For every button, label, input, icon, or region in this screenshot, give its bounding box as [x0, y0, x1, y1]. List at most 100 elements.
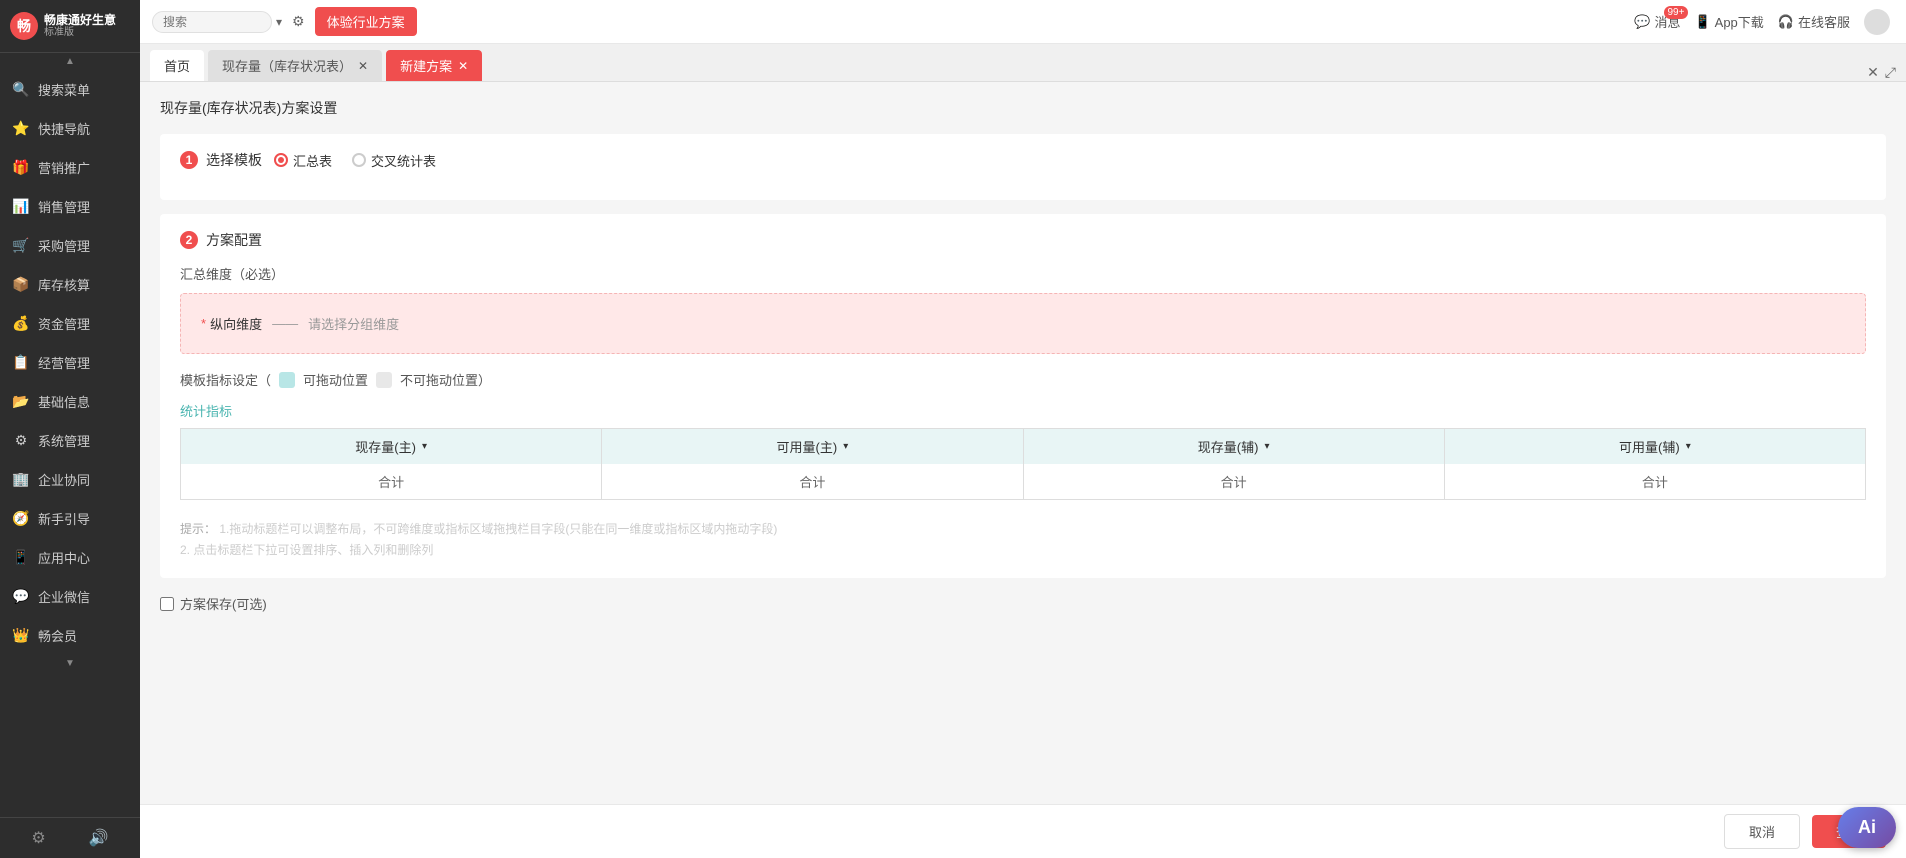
tab-new-scheme[interactable]: 新建方案 ✕ — [386, 50, 482, 81]
sidebar-item-label: 销售管理 — [38, 197, 90, 216]
service-label: 在线客服 — [1798, 12, 1850, 31]
sidebar-item-wechat[interactable]: 💬 企业微信 — [0, 577, 140, 616]
stats-col-3-header[interactable]: 现存量(辅) ▾ — [1024, 429, 1445, 464]
stats-col-3-dropdown-icon[interactable]: ▾ — [1264, 441, 1269, 452]
system-icon: ⚙ — [12, 432, 30, 450]
sidebar-item-finance[interactable]: 💰 资金管理 — [0, 304, 140, 343]
sidebar-logo-title: 畅康通好生意 — [44, 13, 116, 27]
sidebar: 畅 畅康通好生意 标准版 ▲ 🔍 搜索菜单 ⭐ 快捷导航 🎁 营销推广 📊 销售… — [0, 0, 140, 858]
sidebar-item-inventory[interactable]: 📦 库存核算 — [0, 265, 140, 304]
sidebar-item-marketing[interactable]: 🎁 营销推广 — [0, 148, 140, 187]
tab-home-label: 首页 — [164, 56, 190, 75]
stats-col-1-dropdown-icon[interactable]: ▾ — [422, 441, 427, 452]
ai-fab-button[interactable]: Ai — [1838, 807, 1896, 848]
tab-new-scheme-close-icon[interactable]: ✕ — [458, 59, 468, 73]
sidebar-scroll-down[interactable]: ▼ — [0, 655, 140, 672]
finance-icon: 💰 — [12, 315, 30, 333]
draggable-indicator-icon — [279, 372, 295, 388]
purchase-icon: 🛒 — [12, 237, 30, 255]
tab-home[interactable]: 首页 — [150, 50, 204, 81]
sidebar-item-quick-nav[interactable]: ⭐ 快捷导航 — [0, 109, 140, 148]
wechat-icon: 💬 — [12, 588, 30, 606]
non-draggable-label: 不可拖动位置） — [400, 370, 491, 389]
stats-col-2-label: 可用量(主) — [777, 437, 838, 456]
online-service-button[interactable]: 🎧 在线客服 — [1778, 12, 1850, 31]
section-template: 1 选择模板 汇总表 交叉统计表 — [160, 134, 1886, 200]
save-checkbox[interactable] — [160, 597, 174, 611]
tip2-row: 2. 点击标题栏下拉可设置排序、插入列和删除列 — [180, 541, 1866, 558]
radio-cross-circle — [352, 153, 366, 167]
dimension-placeholder[interactable]: 请选择分组维度 — [308, 314, 399, 333]
topbar-breadcrumb-area: ▾ ⚙ 体验行业方案 — [152, 7, 1626, 36]
stats-col-2-data: 合计 — [602, 464, 1023, 499]
sidebar-item-label: 应用中心 — [38, 548, 90, 567]
stats-col-4-value: 合计 — [1642, 472, 1668, 491]
tabbar: 首页 现存量（库存状况表） ✕ 新建方案 ✕ ✕ ⤢ — [140, 44, 1906, 82]
stats-col-1-header[interactable]: 现存量(主) ▾ — [181, 429, 602, 464]
sidebar-item-label: 库存核算 — [38, 275, 90, 294]
topbar-dropdown-icon[interactable]: ▾ — [276, 15, 282, 29]
user-avatar[interactable] — [1864, 9, 1894, 35]
sales-icon: 📊 — [12, 198, 30, 216]
sidebar-item-system[interactable]: ⚙ 系统管理 — [0, 421, 140, 460]
phone-icon: 📱 — [1694, 14, 1710, 30]
stats-header-row: 现存量(主) ▾ 可用量(主) ▾ 现存量(辅) ▾ 可用量(辅) ▾ — [181, 429, 1865, 464]
sidebar-item-app-center[interactable]: 📱 应用中心 — [0, 538, 140, 577]
audio-icon[interactable]: 🔊 — [89, 828, 109, 848]
sidebar-scroll-up[interactable]: ▲ — [0, 53, 140, 70]
section-config: 2 方案配置 汇总维度（必选） * 纵向维度 —— 请选择分组维度 模板指标设定… — [160, 214, 1886, 578]
tips-label: 提示： — [180, 522, 216, 536]
sidebar-item-operations[interactable]: 📋 经营管理 — [0, 343, 140, 382]
tab-inventory-status[interactable]: 现存量（库存状况表） ✕ — [208, 50, 382, 81]
sidebar-item-member[interactable]: 👑 畅会员 — [0, 616, 140, 655]
quick-nav-icon: ⭐ — [12, 120, 30, 138]
topbar-search-input[interactable] — [152, 11, 272, 33]
sidebar-logo: 畅 畅康通好生意 标准版 — [0, 0, 140, 53]
window-close-icon[interactable]: ✕ — [1867, 64, 1879, 81]
stats-col-2-dropdown-icon[interactable]: ▾ — [843, 441, 848, 452]
save-row: 方案保存(可选) — [160, 594, 1886, 613]
sidebar-item-label: 基础信息 — [38, 392, 90, 411]
stats-col-3-value: 合计 — [1221, 472, 1247, 491]
dimension-field-label: 纵向维度 — [210, 314, 262, 333]
sidebar-item-search-menu[interactable]: 🔍 搜索菜单 — [0, 70, 140, 109]
radio-summary[interactable]: 汇总表 — [274, 151, 332, 170]
stats-col-1-value: 合计 — [378, 472, 404, 491]
message-badge: 99+ — [1664, 6, 1689, 19]
sidebar-item-purchase[interactable]: 🛒 采购管理 — [0, 226, 140, 265]
cancel-button[interactable]: 取消 — [1724, 814, 1800, 849]
window-expand-icon[interactable]: ⤢ — [1885, 64, 1896, 81]
topbar-right: 💬 消息 99+ 📱 App下载 🎧 在线客服 — [1634, 9, 1894, 35]
member-icon: 👑 — [12, 627, 30, 645]
section2-header: 2 方案配置 — [180, 230, 1866, 250]
sidebar-item-basic-info[interactable]: 📂 基础信息 — [0, 382, 140, 421]
message-button[interactable]: 💬 消息 99+ — [1634, 12, 1680, 31]
sidebar-logo-subtitle: 标准版 — [44, 27, 116, 39]
topbar-gear-icon[interactable]: ⚙ — [286, 11, 311, 32]
sidebar-item-label: 营销推广 — [38, 158, 90, 177]
indicator-settings-row: 模板指标设定（ 可拖动位置 不可拖动位置） — [180, 370, 1866, 389]
sidebar-item-label: 企业微信 — [38, 587, 90, 606]
sidebar-item-label: 企业协同 — [38, 470, 90, 489]
experience-button[interactable]: 体验行业方案 — [315, 7, 417, 36]
dimension-label: 汇总维度（必选） — [180, 264, 1866, 283]
bottom-bar: 取消 查询 — [140, 804, 1906, 858]
radio-cross[interactable]: 交叉统计表 — [352, 151, 436, 170]
sidebar-logo-icon: 畅 — [10, 12, 38, 40]
settings-icon[interactable]: ⚙ — [31, 828, 45, 848]
sidebar-item-new-user[interactable]: 🧭 新手引导 — [0, 499, 140, 538]
app-download-button[interactable]: 📱 App下载 — [1694, 12, 1763, 31]
inventory-icon: 📦 — [12, 276, 30, 294]
stats-table: 现存量(主) ▾ 可用量(主) ▾ 现存量(辅) ▾ 可用量(辅) ▾ — [180, 428, 1866, 500]
app-center-icon: 📱 — [12, 549, 30, 567]
tab-inventory-close-icon[interactable]: ✕ — [358, 59, 368, 73]
sidebar-item-sales[interactable]: 📊 销售管理 — [0, 187, 140, 226]
sidebar-item-label: 系统管理 — [38, 431, 90, 450]
radio-summary-label: 汇总表 — [293, 151, 332, 170]
stats-col-2-header[interactable]: 可用量(主) ▾ — [602, 429, 1023, 464]
sidebar-item-enterprise[interactable]: 🏢 企业协同 — [0, 460, 140, 499]
stats-col-3-data: 合计 — [1024, 464, 1445, 499]
stats-col-4-header[interactable]: 可用量(辅) ▾ — [1445, 429, 1865, 464]
stats-col-4-dropdown-icon[interactable]: ▾ — [1686, 441, 1691, 452]
marketing-icon: 🎁 — [12, 159, 30, 177]
